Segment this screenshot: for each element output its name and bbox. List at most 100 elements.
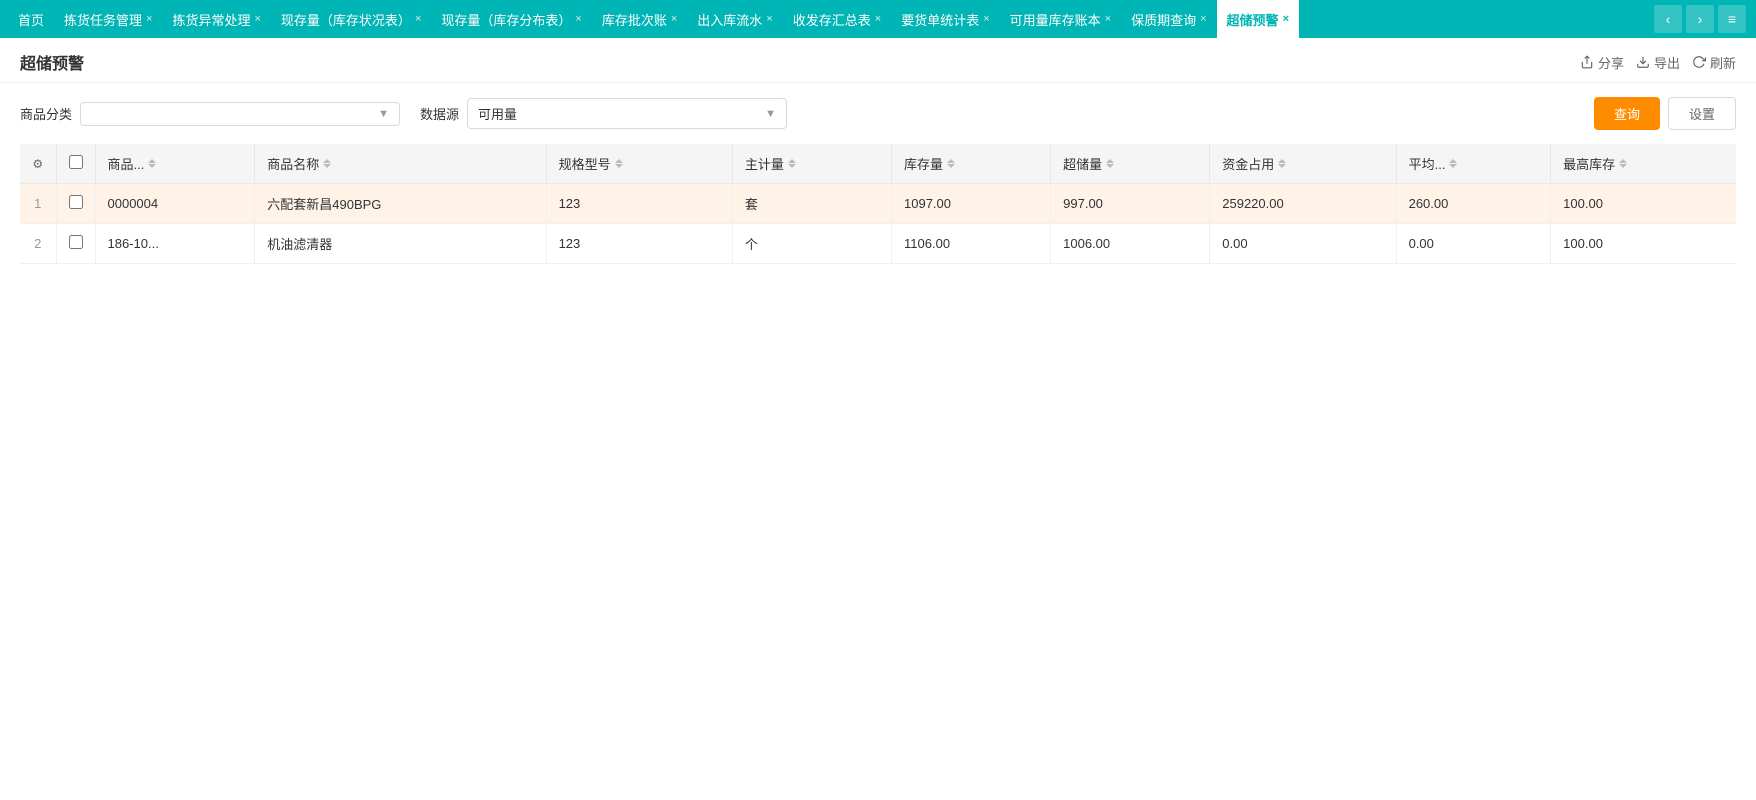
sort-icon-spec[interactable] <box>615 159 623 168</box>
nav-item-2[interactable]: 拣货异常处理 × <box>162 0 270 38</box>
th-spec[interactable]: 规格型号 <box>546 144 732 184</box>
nav-close-8[interactable]: × <box>983 13 989 25</box>
row-checkbox-1[interactable] <box>69 235 83 249</box>
th-overstock-label: 超储量 <box>1063 154 1102 173</box>
nav-label-6: 出入库流水 <box>697 10 762 29</box>
th-product-code-label: 商品... <box>108 154 145 173</box>
cell-capital-0: 259220.00 <box>1210 184 1396 224</box>
cell-checkbox-0 <box>56 184 95 224</box>
nav-close-5[interactable]: × <box>671 13 677 25</box>
nav-close-2[interactable]: × <box>254 13 260 25</box>
nav-more-button[interactable]: ≡ <box>1718 5 1746 33</box>
nav-label-2: 拣货异常处理 <box>172 10 250 29</box>
query-button[interactable]: 查询 <box>1594 97 1660 130</box>
settings-button[interactable]: 设置 <box>1668 97 1736 130</box>
cell-product-name-0: 六配套新昌490BPG <box>255 184 546 224</box>
category-select[interactable]: ▼ <box>80 102 400 126</box>
share-label: 分享 <box>1598 53 1624 72</box>
th-stock-label: 库存量 <box>904 154 943 173</box>
datasource-filter-group: 数据源 可用量 ▼ <box>420 98 787 129</box>
sort-icon-unit[interactable] <box>788 159 796 168</box>
nav-label-10: 保质期查询 <box>1131 10 1196 29</box>
th-capital[interactable]: 资金占用 <box>1210 144 1396 184</box>
nav-label-1: 拣货任务管理 <box>64 10 142 29</box>
nav-label-7: 收发存汇总表 <box>793 10 871 29</box>
share-button[interactable]: 分享 <box>1580 53 1624 72</box>
cell-product-code-0: 0000004 <box>95 184 255 224</box>
nav-close-7[interactable]: × <box>875 13 881 25</box>
nav-item-10[interactable]: 保质期查询 × <box>1121 0 1216 38</box>
settings-gear-icon[interactable]: ⚙ <box>32 157 43 171</box>
cell-max-stock-1: 100.00 <box>1551 224 1736 264</box>
cell-avg-1: 0.00 <box>1396 224 1551 264</box>
nav-label-8: 要货单统计表 <box>901 10 979 29</box>
sort-icon-avg[interactable] <box>1449 159 1457 168</box>
nav-item-7[interactable]: 收发存汇总表 × <box>783 0 891 38</box>
nav-item-1[interactable]: 拣货任务管理 × <box>54 0 162 38</box>
nav-label-11: 超储预警 <box>1227 10 1279 29</box>
nav-next-button[interactable]: › <box>1686 5 1714 33</box>
sort-icon-capital[interactable] <box>1278 159 1286 168</box>
nav-item-home[interactable]: 首页 <box>8 0 54 38</box>
category-filter-group: 商品分类 ▼ <box>20 102 400 126</box>
th-overstock[interactable]: 超储量 <box>1051 144 1210 184</box>
th-product-code[interactable]: 商品... <box>95 144 255 184</box>
th-stock[interactable]: 库存量 <box>892 144 1051 184</box>
nav-item-3[interactable]: 现存量（库存状况表） × <box>271 0 431 38</box>
nav-close-9[interactable]: × <box>1105 13 1111 25</box>
category-chevron-icon: ▼ <box>378 108 389 120</box>
cell-capital-1: 0.00 <box>1210 224 1396 264</box>
category-label: 商品分类 <box>20 104 72 123</box>
nav-prev-button[interactable]: ‹ <box>1654 5 1682 33</box>
sort-icon-overstock[interactable] <box>1106 159 1114 168</box>
cell-unit-1: 个 <box>732 224 891 264</box>
th-max-stock-label: 最高库存 <box>1563 154 1615 173</box>
nav-close-11[interactable]: × <box>1283 13 1289 25</box>
nav-item-5[interactable]: 库存批次账 × <box>592 0 687 38</box>
top-nav: 首页 拣货任务管理 × 拣货异常处理 × 现存量（库存状况表） × 现存量（库存… <box>0 0 1756 38</box>
sort-icon-product-code[interactable] <box>148 159 156 168</box>
nav-item-4[interactable]: 现存量（库存分布表） × <box>431 0 591 38</box>
nav-close-3[interactable]: × <box>415 13 421 25</box>
nav-label-5: 库存批次账 <box>602 10 667 29</box>
th-unit[interactable]: 主计量 <box>732 144 891 184</box>
row-checkbox-0[interactable] <box>69 195 83 209</box>
datasource-label: 数据源 <box>420 104 459 123</box>
export-icon <box>1636 55 1650 69</box>
select-all-checkbox[interactable] <box>69 155 83 169</box>
nav-item-11[interactable]: 超储预警 × <box>1217 0 1299 38</box>
table-container: ⚙ 商品... 商品名称 <box>0 144 1756 264</box>
nav-item-9[interactable]: 可用量库存账本 × <box>1000 0 1121 38</box>
nav-item-home-label: 首页 <box>18 10 44 29</box>
th-capital-label: 资金占用 <box>1222 154 1274 173</box>
header-actions: 分享 导出 刷新 <box>1580 53 1736 72</box>
th-product-name[interactable]: 商品名称 <box>255 144 546 184</box>
cell-max-stock-0: 100.00 <box>1551 184 1736 224</box>
sort-icon-stock[interactable] <box>947 159 955 168</box>
nav-item-6[interactable]: 出入库流水 × <box>687 0 782 38</box>
nav-item-8[interactable]: 要货单统计表 × <box>891 0 999 38</box>
refresh-button[interactable]: 刷新 <box>1692 53 1736 72</box>
sort-icon-product-name[interactable] <box>323 159 331 168</box>
cell-spec-0: 123 <box>546 184 732 224</box>
nav-close-6[interactable]: × <box>766 13 772 25</box>
datasource-select[interactable]: 可用量 ▼ <box>467 98 787 129</box>
th-rownum: ⚙ <box>20 144 56 184</box>
cell-overstock-1: 1006.00 <box>1051 224 1210 264</box>
cell-stock-0: 1097.00 <box>892 184 1051 224</box>
table-body: 1 0000004 六配套新昌490BPG 123 套 1097.00 997.… <box>20 184 1736 264</box>
cell-avg-0: 260.00 <box>1396 184 1551 224</box>
cell-overstock-0: 997.00 <box>1051 184 1210 224</box>
cell-rownum-1: 2 <box>20 224 56 264</box>
nav-close-1[interactable]: × <box>146 13 152 25</box>
sort-icon-max-stock[interactable] <box>1619 159 1627 168</box>
cell-product-name-1: 机油滤清器 <box>255 224 546 264</box>
th-max-stock[interactable]: 最高库存 <box>1551 144 1736 184</box>
export-label: 导出 <box>1654 53 1680 72</box>
th-spec-label: 规格型号 <box>559 154 611 173</box>
cell-product-code-1: 186-10... <box>95 224 255 264</box>
nav-close-10[interactable]: × <box>1200 13 1206 25</box>
th-avg[interactable]: 平均... <box>1396 144 1551 184</box>
nav-close-4[interactable]: × <box>575 13 581 25</box>
export-button[interactable]: 导出 <box>1636 53 1680 72</box>
